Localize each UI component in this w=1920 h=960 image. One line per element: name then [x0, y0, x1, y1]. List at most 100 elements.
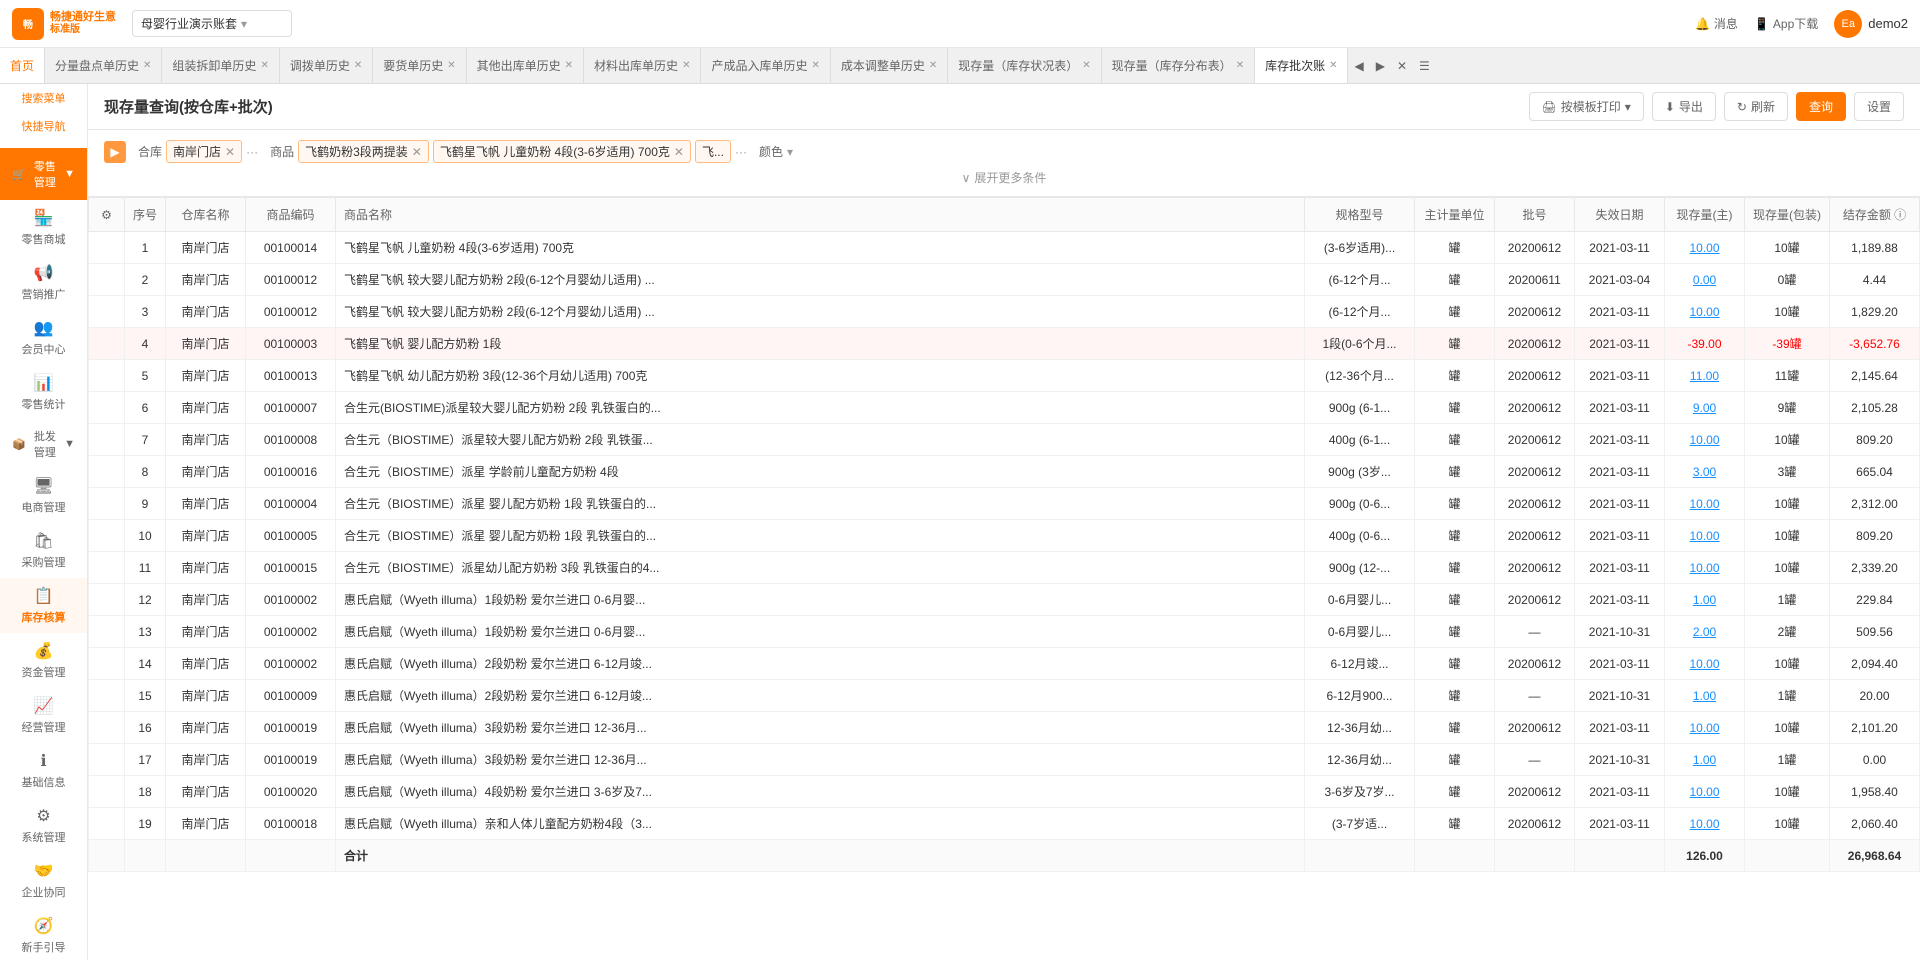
row-amount: 2,060.40	[1830, 808, 1920, 840]
row-stock-main[interactable]: 10.00	[1665, 424, 1745, 456]
sidebar-item-guide[interactable]: 🧭 新手引导	[0, 908, 87, 960]
sidebar-item-collab[interactable]: 🤝 企业协同	[0, 853, 87, 908]
user-area[interactable]: Ea demo2	[1834, 10, 1908, 38]
tab-product-in-history[interactable]: 产成品入库单历史 ✕	[701, 48, 830, 84]
tab-allocation-history[interactable]: 调拨单历史 ✕	[280, 48, 373, 84]
row-stock-main[interactable]: 10.00	[1665, 232, 1745, 264]
refresh-button[interactable]: ↻ 刷新	[1724, 92, 1788, 121]
tab-requisition-history[interactable]: 要货单历史 ✕	[373, 48, 466, 84]
close-icon[interactable]: ✕	[674, 145, 684, 159]
tab-other-out-history[interactable]: 其他出库单历史 ✕	[467, 48, 584, 84]
sidebar-item-inventory[interactable]: 📋 库存核算	[0, 578, 87, 633]
sidebar-quick-nav[interactable]: 快捷导航	[0, 112, 87, 140]
sidebar-item-marketing[interactable]: 📢 营销推广	[0, 255, 87, 310]
tab-close-icon[interactable]: ✕	[929, 60, 937, 71]
row-stock-main[interactable]: 11.00	[1665, 360, 1745, 392]
chevron-icon: ▼	[64, 168, 75, 180]
tab-prev-button[interactable]: ◀	[1348, 59, 1369, 73]
workspace-selector[interactable]: 母婴行业演示账套 ▾	[132, 10, 292, 37]
tab-close-icon[interactable]: ✕	[682, 60, 690, 71]
tab-close-all-button[interactable]: ✕	[1391, 59, 1413, 73]
row-stock-main[interactable]: 2.00	[1665, 616, 1745, 648]
sidebar-item-retail-stats[interactable]: 📊 零售统计	[0, 365, 87, 420]
close-icon[interactable]: ✕	[412, 145, 422, 159]
row-stock-main[interactable]: 10.00	[1665, 296, 1745, 328]
sidebar-item-retail-shop[interactable]: 🏪 零售商城	[0, 200, 87, 255]
chevron-down-icon[interactable]: ▾	[787, 145, 793, 159]
row-spec: 900g (12-...	[1305, 552, 1415, 584]
sidebar-item-purchase[interactable]: 🛍 采购管理	[0, 523, 87, 578]
tab-close-icon[interactable]: ✕	[565, 60, 573, 71]
col-settings[interactable]: ⚙	[89, 198, 125, 232]
row-stock-main[interactable]: 1.00	[1665, 680, 1745, 712]
tab-close-icon[interactable]: ✕	[143, 60, 151, 71]
row-stock-main[interactable]: 0.00	[1665, 264, 1745, 296]
print-button[interactable]: 🖨 按模板打印 ▾	[1529, 92, 1644, 121]
row-stock-main[interactable]: -39.00	[1665, 328, 1745, 360]
sidebar-item-retail[interactable]: 🛒 零售管理 ▼	[0, 148, 87, 200]
tab-close-icon[interactable]: ✕	[1236, 60, 1244, 71]
product-more[interactable]: ···	[735, 145, 747, 159]
product-tag-1[interactable]: 飞鹤奶粉3段两提装 ✕	[298, 140, 429, 163]
row-code: 00100007	[246, 392, 336, 424]
tab-next-button[interactable]: ▶	[1370, 59, 1391, 73]
row-stock-main[interactable]: 1.00	[1665, 744, 1745, 776]
sidebar-search[interactable]: 搜索菜单	[0, 84, 87, 112]
row-stock-main[interactable]: 9.00	[1665, 392, 1745, 424]
tab-close-icon[interactable]: ✕	[811, 60, 819, 71]
row-stock-main[interactable]: 10.00	[1665, 776, 1745, 808]
close-icon[interactable]: ✕	[225, 145, 235, 159]
row-stock-main[interactable]: 1.00	[1665, 584, 1745, 616]
tab-close-icon[interactable]: ✕	[354, 60, 362, 71]
row-settings	[89, 552, 125, 584]
tab-batch-voucher[interactable]: 库存批次账 ✕	[1255, 48, 1348, 84]
row-stock-main[interactable]: 10.00	[1665, 520, 1745, 552]
row-stock-main[interactable]: 3.00	[1665, 456, 1745, 488]
row-spec: 1段(0-6个月...	[1305, 328, 1415, 360]
settings-button[interactable]: 设置	[1854, 92, 1904, 121]
product-tag-2[interactable]: 飞鹤星飞帆 儿童奶粉 4段(3-6岁适用) 700克 ✕	[433, 140, 691, 163]
sidebar-item-wholesale[interactable]: 📦 批发管理 ▼	[0, 420, 87, 468]
messages-button[interactable]: 🔔 消息	[1695, 15, 1738, 32]
row-stock-main[interactable]: 10.00	[1665, 648, 1745, 680]
tab-cost-adjust-history[interactable]: 成本调整单历史 ✕	[831, 48, 948, 84]
row-stock-main[interactable]: 10.00	[1665, 552, 1745, 584]
row-name: 惠氏启赋（Wyeth illuma）2段奶粉 爱尔兰进口 6-12月竣...	[336, 680, 1305, 712]
tab-disassemble-history[interactable]: 组装拆卸单历史 ✕	[162, 48, 279, 84]
row-spec: 12-36月幼...	[1305, 712, 1415, 744]
sidebar-item-basics[interactable]: ℹ 基础信息	[0, 743, 87, 798]
expand-more-button[interactable]: ∨ 展开更多条件	[104, 169, 1904, 186]
row-expire: 2021-10-31	[1575, 744, 1665, 776]
tab-close-icon[interactable]: ✕	[260, 60, 268, 71]
filter-expand-arrow[interactable]: ▶	[104, 141, 126, 163]
sidebar-item-system[interactable]: ⚙ 系统管理	[0, 798, 87, 853]
warehouse-more[interactable]: ···	[246, 145, 258, 159]
sidebar-item-operations[interactable]: 📈 经营管理	[0, 688, 87, 743]
sidebar-item-finance[interactable]: 💰 资金管理	[0, 633, 87, 688]
sidebar-item-ecommerce[interactable]: 🖥 电商管理	[0, 468, 87, 523]
row-stock-main[interactable]: 10.00	[1665, 712, 1745, 744]
row-settings	[89, 520, 125, 552]
tab-close-icon[interactable]: ✕	[1082, 60, 1090, 71]
export-button[interactable]: ⬇ 导出	[1652, 92, 1716, 121]
row-amount: 229.84	[1830, 584, 1920, 616]
row-stock-main[interactable]: 10.00	[1665, 488, 1745, 520]
tab-stock-status[interactable]: 现存量（库存状况表） ✕	[948, 48, 1101, 84]
row-batch: 20200612	[1495, 648, 1575, 680]
sidebar-item-member[interactable]: 👥 会员中心	[0, 310, 87, 365]
tab-home[interactable]: 首页	[0, 48, 45, 84]
product-tag-more[interactable]: 飞...	[695, 140, 731, 163]
warehouse-tag[interactable]: 南岸门店 ✕	[166, 140, 242, 163]
tab-close-icon[interactable]: ✕	[1329, 60, 1337, 71]
data-table-container: ⚙ 序号 仓库名称 商品编码 商品名称 规格型号 主计量单位 批号 失效日期 现…	[88, 197, 1920, 960]
tab-split-history[interactable]: 分量盘点单历史 ✕	[45, 48, 162, 84]
row-name: 惠氏启赋（Wyeth illuma）2段奶粉 爱尔兰进口 6-12月竣...	[336, 648, 1305, 680]
query-button[interactable]: 查询	[1796, 92, 1846, 121]
tab-menu-button[interactable]: ☰	[1413, 59, 1436, 73]
stats-icon: 📊	[34, 373, 54, 393]
app-download-button[interactable]: 📱 App下载	[1754, 15, 1818, 32]
row-stock-main[interactable]: 10.00	[1665, 808, 1745, 840]
tab-material-out-history[interactable]: 材料出库单历史 ✕	[584, 48, 701, 84]
tab-stock-dist[interactable]: 现存量（库存分布表） ✕	[1102, 48, 1255, 84]
tab-close-icon[interactable]: ✕	[447, 60, 455, 71]
